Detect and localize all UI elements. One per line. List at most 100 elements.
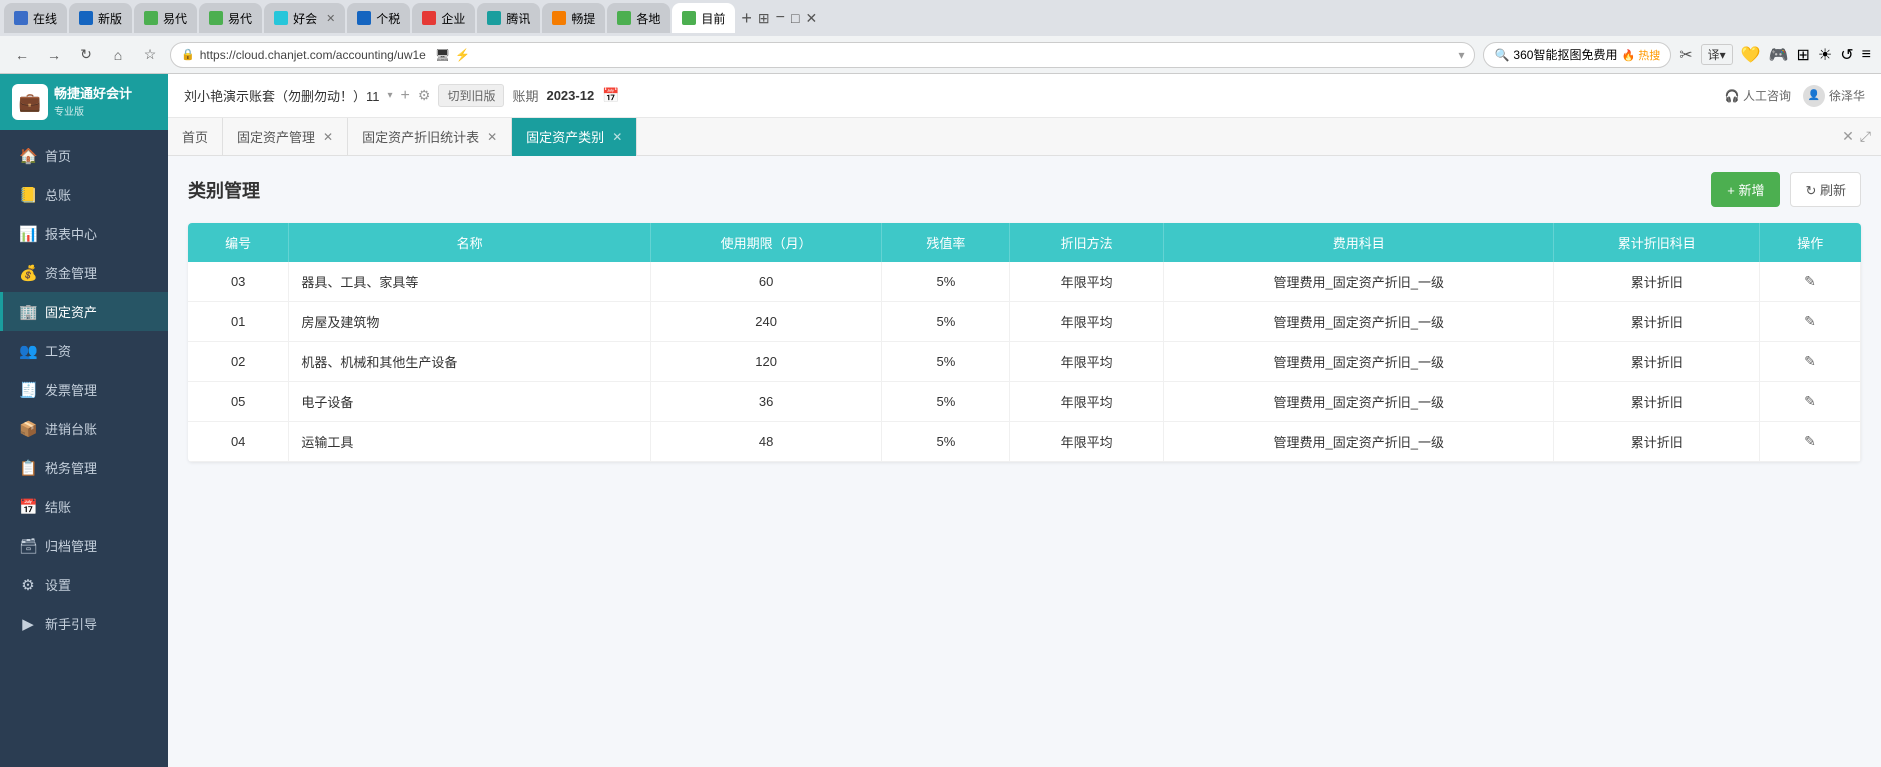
sidebar-logo: 💼 畅捷通好会计 专业版	[0, 74, 168, 130]
edit-icon[interactable]: ✎	[1804, 393, 1816, 409]
sidebar-item-settings[interactable]: ⚙ 设置	[0, 565, 168, 604]
sidebar-item-tax[interactable]: 📋 税务管理	[0, 448, 168, 487]
sidebar-item-fixed-assets[interactable]: 🏢 固定资产	[0, 292, 168, 331]
theme-icon[interactable]: ☀	[1818, 45, 1832, 65]
panel-close-icon[interactable]: ✕	[1842, 128, 1854, 145]
edit-icon[interactable]: ✎	[1804, 433, 1816, 449]
edit-icon[interactable]: ✎	[1804, 353, 1816, 369]
back-btn[interactable]: ←	[10, 43, 34, 67]
edit-icon[interactable]: ✎	[1804, 273, 1816, 289]
new-account-icon[interactable]: +	[401, 87, 410, 105]
refresh-btn[interactable]: ↻ 刷新	[1790, 172, 1861, 207]
panel-maximize-icon[interactable]: ⤢	[1860, 128, 1871, 145]
game-icon[interactable]: 🎮	[1769, 45, 1789, 65]
url-dropdown-icon[interactable]: ▾	[1458, 48, 1464, 62]
bc-home-label: 首页	[182, 127, 208, 146]
cell-depreciation-subject: 累计折旧	[1554, 302, 1760, 342]
bc-tab-asset-mgmt[interactable]: 固定资产管理 ✕	[223, 118, 348, 156]
cell-residual: 5%	[882, 302, 1010, 342]
browser-tab-tengxun[interactable]: 腾讯	[477, 3, 540, 33]
translate-btn[interactable]: 译▾	[1701, 44, 1733, 65]
sidebar-item-guide[interactable]: ▶ 新手引导	[0, 604, 168, 643]
scissors-icon[interactable]: ✂	[1679, 45, 1692, 65]
switch-to-old-btn[interactable]: 切到旧版	[438, 84, 504, 107]
tab-label: 畅提	[571, 10, 595, 27]
cell-action[interactable]: ✎	[1760, 302, 1861, 342]
grid-icon[interactable]: ⊞	[1797, 45, 1810, 65]
browser-tab-changte[interactable]: 畅提	[542, 3, 605, 33]
top-bar-right: 🎧 人工咨询 👤 徐泽华	[1725, 85, 1865, 107]
cell-method: 年限平均	[1010, 302, 1164, 342]
new-tab-btn[interactable]: +	[741, 8, 752, 29]
browser-tab-yidai1[interactable]: 易代	[134, 3, 197, 33]
minimize-btn[interactable]: −	[776, 9, 785, 27]
bc-close-icon[interactable]: ✕	[612, 130, 622, 144]
browser-tab-zaixian[interactable]: 在线	[4, 3, 67, 33]
account-settings-icon[interactable]: ⚙	[418, 87, 431, 104]
cell-name: 电子设备	[289, 382, 650, 422]
search-icon: 🔍	[1494, 48, 1509, 62]
bc-tab-depreciation[interactable]: 固定资产折旧统计表 ✕	[348, 118, 512, 156]
invoice-icon: 🧾	[19, 381, 37, 399]
sidebar-item-invoice[interactable]: 🧾 发票管理	[0, 370, 168, 409]
cell-id: 05	[188, 382, 289, 422]
cell-depreciation-subject: 累计折旧	[1554, 382, 1760, 422]
cell-expense-subject: 管理费用_固定资产折旧_一级	[1164, 302, 1554, 342]
table-row: 01 房屋及建筑物 240 5% 年限平均 管理费用_固定资产折旧_一级 累计折…	[188, 302, 1861, 342]
logo-icon: 💼	[12, 84, 48, 120]
forward-btn[interactable]: →	[42, 43, 66, 67]
browser-tab-xinban[interactable]: 新版	[69, 3, 132, 33]
bc-close-icon[interactable]: ✕	[487, 130, 497, 144]
sidebar-item-ledger[interactable]: 📒 总账	[0, 175, 168, 214]
user-name: 徐泽华	[1829, 87, 1865, 104]
url-text: https://cloud.chanjet.com/accounting/uw1…	[200, 48, 426, 62]
cell-action[interactable]: ✎	[1760, 422, 1861, 462]
top-bar: 刘小艳演示账套（勿删勿动！）11 ▾ + ⚙ 切到旧版 账期 2023-12 📅…	[168, 74, 1881, 118]
edit-icon[interactable]: ✎	[1804, 313, 1816, 329]
tab-label: 易代	[228, 10, 252, 27]
url-bar[interactable]: 🔒 https://cloud.chanjet.com/accounting/u…	[170, 42, 1475, 68]
browser-toolbar-icons: ✂ 译▾ 💛 🎮 ⊞ ☀ ↺ ≡	[1679, 44, 1871, 65]
maximize-btn[interactable]: □	[791, 10, 799, 26]
col-header-depreciation: 累计折旧科目	[1554, 223, 1760, 262]
cell-action[interactable]: ✎	[1760, 262, 1861, 302]
close-window-btn[interactable]: ✕	[805, 10, 817, 27]
cell-residual: 5%	[882, 262, 1010, 302]
history-btn[interactable]: ↺	[1840, 45, 1853, 65]
add-category-btn[interactable]: + 新增	[1711, 172, 1780, 207]
sidebar-item-payroll[interactable]: 👥 工资	[0, 331, 168, 370]
cell-action[interactable]: ✎	[1760, 382, 1861, 422]
bc-tab-category[interactable]: 固定资产类别 ✕	[512, 118, 637, 156]
menu-btn[interactable]: ≡	[1862, 46, 1871, 64]
browser-tab-yidai2[interactable]: 易代	[199, 3, 262, 33]
user-info[interactable]: 👤 徐泽华	[1803, 85, 1865, 107]
sidebar-item-home[interactable]: 🏠 首页	[0, 136, 168, 175]
reload-btn[interactable]: ↻	[74, 43, 98, 67]
table-row: 04 运输工具 48 5% 年限平均 管理费用_固定资产折旧_一级 累计折旧 ✎	[188, 422, 1861, 462]
home-btn[interactable]: ⌂	[106, 43, 130, 67]
account-dropdown-icon[interactable]: ▾	[388, 90, 393, 101]
search-bar[interactable]: 🔍 360智能抠图免费用 🔥 热搜	[1483, 42, 1671, 68]
tab-close-icon[interactable]: ✕	[326, 12, 335, 25]
bc-tab-home[interactable]: 首页	[168, 118, 223, 156]
browser-tab-geshui[interactable]: 个税	[347, 3, 410, 33]
browser-tab-gedi[interactable]: 各地	[607, 3, 670, 33]
sidebar-item-archive[interactable]: 🗃 归档管理	[0, 526, 168, 565]
bookmark-btn[interactable]: ☆	[138, 43, 162, 67]
calendar-icon[interactable]: 📅	[602, 87, 619, 104]
sidebar-item-reports[interactable]: 📊 报表中心	[0, 214, 168, 253]
sidebar-item-inventory[interactable]: 📦 进销台账	[0, 409, 168, 448]
sidebar-item-closing[interactable]: 📅 结账	[0, 487, 168, 526]
browser-tab-qiye[interactable]: 企业	[412, 3, 475, 33]
cell-action[interactable]: ✎	[1760, 342, 1861, 382]
cell-name: 器具、工具、家具等	[289, 262, 650, 302]
top-bar-left: 刘小艳演示账套（勿删勿动！）11 ▾ + ⚙ 切到旧版 账期 2023-12 📅	[184, 84, 620, 107]
col-header-residual: 残值率	[882, 223, 1010, 262]
browser-tab-muqian[interactable]: 目前	[672, 3, 735, 33]
browser-tab-haohui[interactable]: 好会 ✕	[264, 3, 345, 33]
support-label[interactable]: 🎧 人工咨询	[1725, 87, 1791, 104]
tab-list-btn[interactable]: ⊞	[758, 10, 770, 27]
sidebar-item-funds[interactable]: 💰 资金管理	[0, 253, 168, 292]
bc-close-icon[interactable]: ✕	[323, 130, 333, 144]
wallet-icon[interactable]: 💛	[1741, 45, 1761, 65]
